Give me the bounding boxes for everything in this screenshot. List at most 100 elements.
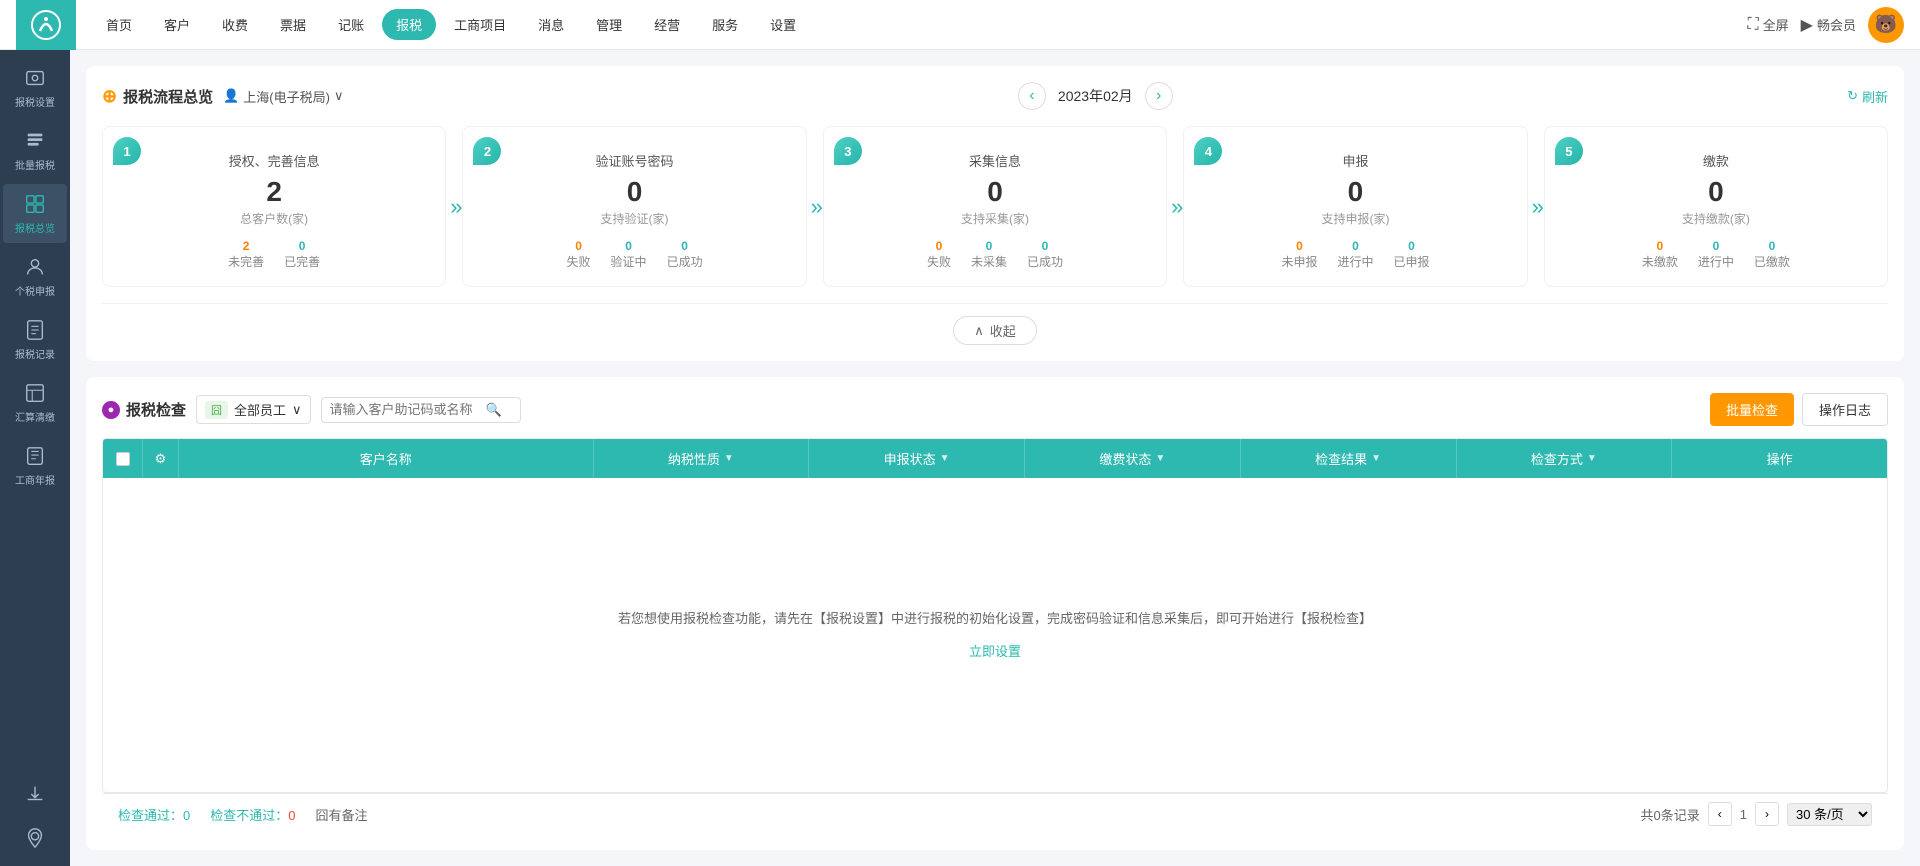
- member-button[interactable]: ▶ 畅会员: [1801, 15, 1856, 35]
- next-page-button[interactable]: ›: [1755, 802, 1779, 826]
- step-3-count: 0: [987, 176, 1003, 208]
- declare-status-filter-icon[interactable]: ▼: [940, 453, 950, 464]
- step-5-detail-1-val: 0: [1698, 239, 1734, 253]
- tax-record-icon: [23, 318, 47, 342]
- collapse-bar: ∧ 收起: [102, 303, 1888, 345]
- video-icon: ▶: [1801, 15, 1813, 35]
- fail-val[interactable]: 0: [288, 808, 295, 823]
- sidebar-item-overview[interactable]: 报税总览: [3, 184, 67, 243]
- nav-manage[interactable]: 管理: [582, 9, 636, 40]
- app-logo: [16, 0, 76, 50]
- step-2-card: 2 验证账号密码 0 支持验证(家) 0 失败 0 验证中: [462, 126, 806, 287]
- sidebar-label-tax-record: 报税记录: [15, 346, 55, 361]
- sidebar-item-annual-report[interactable]: 工商年报: [3, 436, 67, 495]
- sidebar-item-batch-tax[interactable]: 批量报税: [3, 121, 67, 180]
- nav-service[interactable]: 服务: [698, 9, 752, 40]
- step-3-details: 0 失败 0 未采集 0 已成功: [927, 239, 1063, 270]
- step-5-details: 0 未缴款 0 进行中 0 已缴款: [1642, 239, 1790, 270]
- step-3-detail-0-label: 失败: [927, 253, 951, 270]
- personal-tax-icon: [23, 255, 47, 279]
- step-2-count: 0: [627, 176, 643, 208]
- operation-log-button[interactable]: 操作日志: [1802, 393, 1888, 426]
- fullscreen-icon: ⛶: [1747, 16, 1758, 34]
- sidebar: 报税设置 批量报税 报税总览: [0, 50, 70, 866]
- check-circle-icon: ●: [102, 401, 120, 419]
- check-actions: 批量检查 操作日志: [1710, 393, 1888, 426]
- step-2-detail-1-val: 0: [611, 239, 647, 253]
- nav-bookkeeping[interactable]: 记账: [324, 9, 378, 40]
- step-2-detail-2-val: 0: [667, 239, 703, 253]
- header-checkbox[interactable]: [116, 452, 130, 466]
- step-2-number: 2: [473, 137, 501, 165]
- check-panel: ● 报税检查 囧 全部员工 ∨ 🔍 批量检查 操作日志: [86, 377, 1904, 850]
- step-4-number: 4: [1194, 137, 1222, 165]
- step-1-title: 授权、完善信息: [229, 151, 320, 170]
- sidebar-label-overview: 报税总览: [15, 220, 55, 235]
- search-icon[interactable]: 🔍: [486, 402, 502, 418]
- table-body-empty: 若您想使用报税检查功能，请先在【报税设置】中进行报税的初始化设置，完成密码验证和…: [103, 478, 1887, 792]
- batch-check-button[interactable]: 批量检查: [1710, 393, 1794, 426]
- collapse-button[interactable]: ∧ 收起: [953, 316, 1037, 345]
- nav-client[interactable]: 客户: [150, 9, 204, 40]
- sidebar-label-annual-report: 工商年报: [15, 472, 55, 487]
- nav-message[interactable]: 消息: [524, 9, 578, 40]
- arrow-4-5: »: [1528, 194, 1544, 220]
- search-input[interactable]: [330, 402, 480, 417]
- current-date: 2023年02月: [1058, 86, 1133, 106]
- step-4-card: 4 申报 0 支持申报(家) 0 未申报 0 进行中: [1183, 126, 1527, 287]
- nav-settings[interactable]: 设置: [756, 9, 810, 40]
- plus-icon: ⊕: [102, 86, 117, 107]
- sidebar-item-download[interactable]: [3, 774, 67, 814]
- fullscreen-button[interactable]: ⛶ 全屏: [1747, 15, 1788, 34]
- check-method-filter-icon[interactable]: ▼: [1587, 453, 1597, 464]
- chevron-down-icon: ∨: [334, 88, 344, 104]
- location-icon: [23, 826, 47, 850]
- nav-invoice[interactable]: 票据: [266, 9, 320, 40]
- per-page-select[interactable]: 30 条/页 50 条/页 100 条/页: [1787, 803, 1872, 826]
- nav-biz[interactable]: 工商项目: [440, 9, 520, 40]
- tax-nature-filter-icon[interactable]: ▼: [724, 453, 734, 464]
- nav-tax[interactable]: 报税: [382, 9, 436, 40]
- date-navigation: ‹ 2023年02月 ›: [1018, 82, 1173, 110]
- first-page-button[interactable]: ‹: [1708, 802, 1732, 826]
- employee-filter[interactable]: 囧 全部员工 ∨: [196, 395, 311, 424]
- top-navigation: 首页 客户 收费 票据 记账 报税 工商项目 消息 管理 经营 服务 设置 ⛶ …: [0, 0, 1920, 50]
- step-3-detail-2-label: 已成功: [1027, 253, 1063, 270]
- check-result-filter-icon[interactable]: ▼: [1371, 453, 1381, 464]
- step-5-detail-1-label: 进行中: [1698, 253, 1734, 270]
- location-tag[interactable]: 👤 上海(电子税局) ∨: [223, 87, 343, 106]
- step-4-details: 0 未申报 0 进行中 0 已申报: [1281, 239, 1429, 270]
- nav-fee[interactable]: 收费: [208, 9, 262, 40]
- sidebar-item-location[interactable]: [3, 818, 67, 858]
- step-2-detail-0-val: 0: [567, 239, 591, 253]
- step-1-number: 1: [113, 137, 141, 165]
- step-1-detail-1-label: 已完善: [284, 253, 320, 270]
- nav-operation[interactable]: 经营: [640, 9, 694, 40]
- fail-stat: 检查不通过：0: [210, 805, 295, 824]
- avatar[interactable]: 🐻: [1868, 7, 1904, 43]
- sidebar-item-tax-settings[interactable]: 报税设置: [3, 58, 67, 117]
- step-5-detail-0-label: 未缴款: [1642, 253, 1678, 270]
- step-2-subtitle: 支持验证(家): [601, 210, 669, 227]
- pass-val[interactable]: 0: [183, 808, 190, 823]
- sidebar-item-personal-tax[interactable]: 个税申报: [3, 247, 67, 306]
- th-checkbox[interactable]: [103, 439, 143, 478]
- steps-row: 1 授权、完善信息 2 总客户数(家) 2 未完善 0 已完善: [102, 126, 1888, 287]
- step-4-detail-1-val: 0: [1337, 239, 1373, 253]
- prev-month-button[interactable]: ‹: [1018, 82, 1046, 110]
- pay-status-filter-icon[interactable]: ▼: [1155, 453, 1165, 464]
- step-3-detail-1-val: 0: [971, 239, 1007, 253]
- empty-message: 若您想使用报税检查功能，请先在【报税设置】中进行报税的初始化设置，完成密码验证和…: [618, 606, 1372, 632]
- th-settings[interactable]: ⚙: [143, 439, 179, 478]
- th-pay-status: 缴费状态 ▼: [1025, 439, 1241, 478]
- refresh-button[interactable]: ↻ 刷新: [1847, 87, 1888, 106]
- arrow-1-2: »: [446, 194, 462, 220]
- step-3-card: 3 采集信息 0 支持采集(家) 0 失败 0 未采集: [823, 126, 1167, 287]
- refresh-icon: ↻: [1847, 88, 1858, 104]
- setup-link[interactable]: 立即设置: [969, 640, 1021, 663]
- nav-home[interactable]: 首页: [92, 9, 146, 40]
- sidebar-item-settlement[interactable]: 汇算清缴: [3, 373, 67, 432]
- next-month-button[interactable]: ›: [1145, 82, 1173, 110]
- sidebar-item-tax-record[interactable]: 报税记录: [3, 310, 67, 369]
- sidebar-label-batch-tax: 批量报税: [15, 157, 55, 172]
